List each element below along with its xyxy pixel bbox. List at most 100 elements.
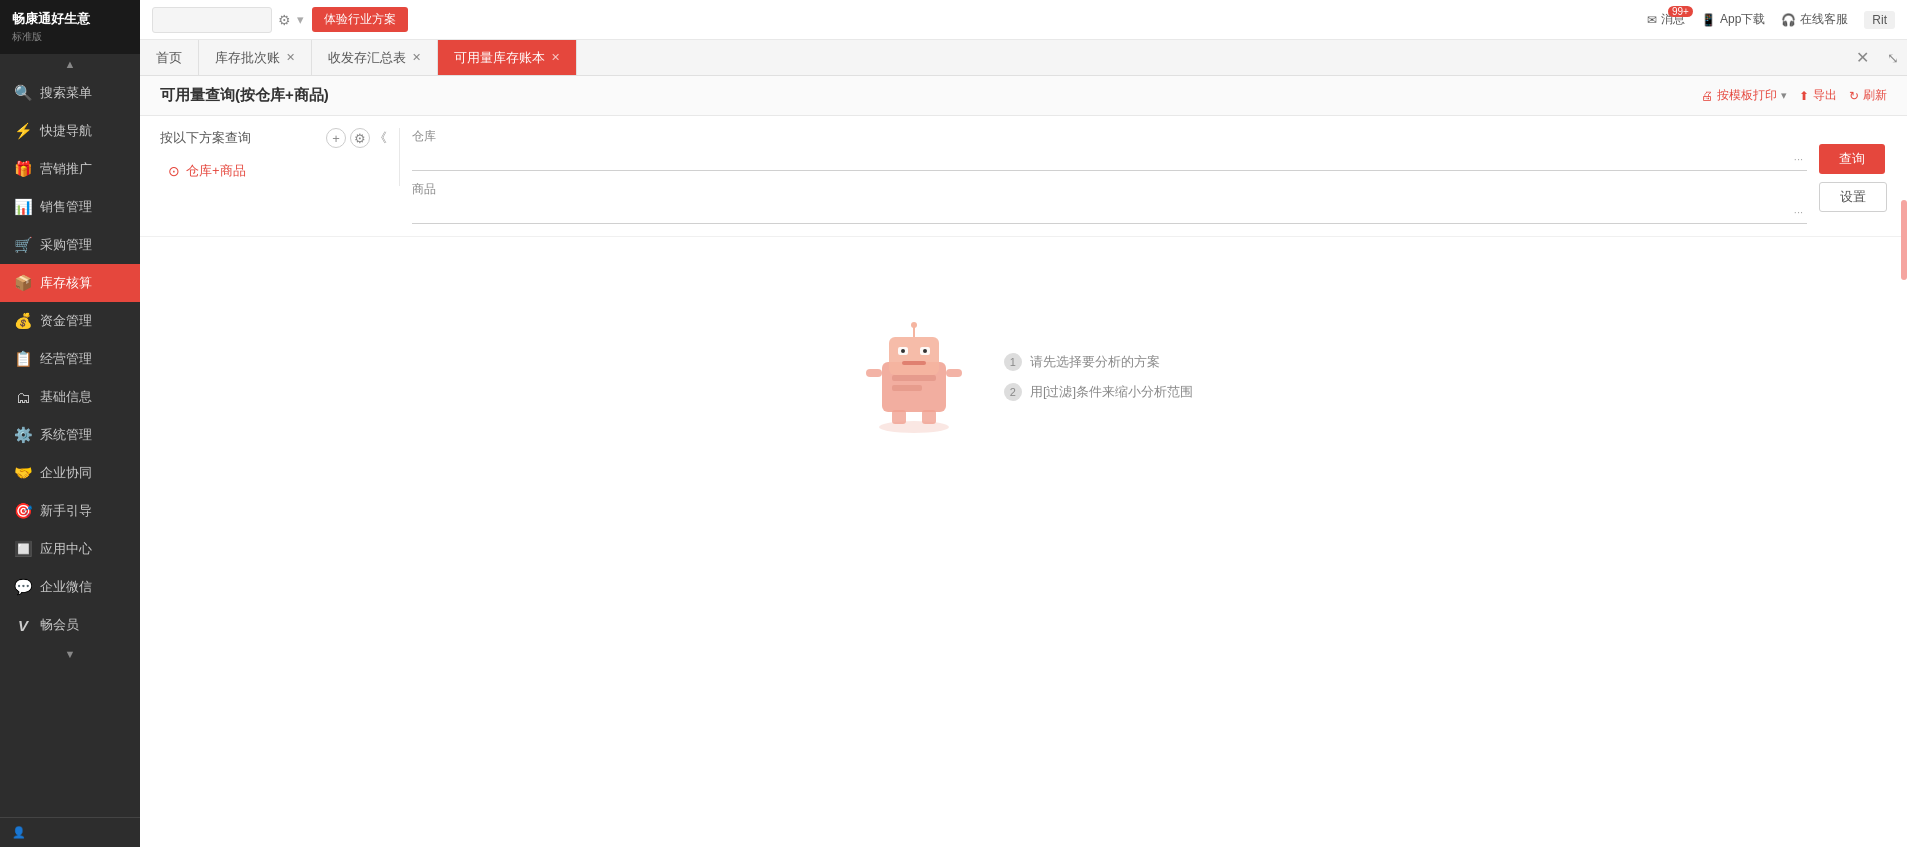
tab-summary-close[interactable]: ✕: [412, 51, 421, 64]
sidebar-item-marketing[interactable]: 🎁 营销推广: [0, 150, 140, 188]
tab-summary[interactable]: 收发存汇总表 ✕: [312, 40, 438, 75]
svg-rect-2: [889, 337, 939, 375]
filter-scheme-header: 按以下方案查询 + ⚙ 《: [160, 128, 387, 148]
print-label: 按模板打印: [1717, 87, 1777, 104]
sidebar-item-label: 应用中心: [40, 540, 92, 558]
sidebar-item-search[interactable]: 🔍 搜索菜单: [0, 74, 140, 112]
product-field-label: 商品: [412, 181, 1807, 198]
sidebar-item-sales[interactable]: 📊 销售管理: [0, 188, 140, 226]
sidebar-item-apps[interactable]: 🔲 应用中心: [0, 530, 140, 568]
svg-rect-8: [892, 375, 936, 381]
product-more-icon[interactable]: ···: [1790, 202, 1807, 222]
topbar-message[interactable]: ✉ 消息 99+: [1647, 11, 1685, 28]
sidebar-item-inventory[interactable]: 📦 库存核算: [0, 264, 140, 302]
tab-home[interactable]: 首页: [140, 40, 199, 75]
scheme-item-icon: ⊙: [168, 163, 180, 179]
filter-area: 按以下方案查询 + ⚙ 《 ⊙ 仓库+商品 仓库: [140, 116, 1907, 237]
filter-fields: 仓库 ··· 商品 ···: [412, 128, 1807, 224]
sidebar-item-member[interactable]: V 畅会员: [0, 606, 140, 644]
warehouse-field-label: 仓库: [412, 128, 1807, 145]
print-template-button[interactable]: 🖨 按模板打印 ▾: [1701, 87, 1787, 104]
sidebar-item-label: 快捷导航: [40, 122, 92, 140]
sidebar-item-label: 营销推广: [40, 160, 92, 178]
tab-summary-label: 收发存汇总表: [328, 49, 406, 67]
filter-scheme-add-button[interactable]: +: [326, 128, 346, 148]
tabs-expand-button[interactable]: ⤡: [1879, 50, 1907, 66]
message-icon: ✉: [1647, 13, 1657, 27]
filter-scheme-collapse-icon[interactable]: 《: [374, 129, 387, 147]
tabs-bar: 首页 库存批次账 ✕ 收发存汇总表 ✕ 可用量库存账本 ✕ ✕ ⤡: [140, 40, 1907, 76]
marketing-icon: 🎁: [14, 160, 32, 178]
step-2-text: 用[过滤]条件来缩小分析范围: [1030, 383, 1193, 401]
tab-batch-close[interactable]: ✕: [286, 51, 295, 64]
right-scrollbar-handle[interactable]: [1901, 200, 1907, 280]
user-avatar-icon: 👤: [12, 826, 26, 839]
topbar-chevron[interactable]: ▾: [297, 12, 304, 27]
sidebar-item-purchase[interactable]: 🛒 采购管理: [0, 226, 140, 264]
sidebar-item-operation[interactable]: 📋 经营管理: [0, 340, 140, 378]
filter-right-actions: 查询 设置: [1819, 128, 1887, 212]
tab-batch[interactable]: 库存批次账 ✕: [199, 40, 312, 75]
sidebar-item-finance[interactable]: 💰 资金管理: [0, 302, 140, 340]
app-brand: 畅康通好生意: [12, 10, 128, 28]
sidebar-item-basic[interactable]: 🗂 基础信息: [0, 378, 140, 416]
filter-settings-button[interactable]: 设置: [1819, 182, 1887, 212]
tab-available[interactable]: 可用量库存账本 ✕: [438, 40, 577, 75]
tab-batch-label: 库存批次账: [215, 49, 280, 67]
sidebar-item-shortcut[interactable]: ⚡ 快捷导航: [0, 112, 140, 150]
sidebar-item-label: 资金管理: [40, 312, 92, 330]
empty-step-2: 2 用[过滤]条件来缩小分析范围: [1004, 383, 1193, 401]
operation-icon: 📋: [14, 350, 32, 368]
filter-scheme-item-warehouse-product[interactable]: ⊙ 仓库+商品: [160, 156, 387, 186]
warehouse-input[interactable]: [412, 147, 1790, 170]
filter-scheme-panel: 按以下方案查询 + ⚙ 《 ⊙ 仓库+商品: [160, 128, 400, 186]
page-header-actions: 🖨 按模板打印 ▾ ⬆ 导出 ↻ 刷新: [1701, 87, 1887, 104]
sidebar-item-enterprise[interactable]: 🤝 企业协同: [0, 454, 140, 492]
tab-available-close[interactable]: ✕: [551, 51, 560, 64]
page-header: 可用量查询(按仓库+商品) 🖨 按模板打印 ▾ ⬆ 导出 ↻ 刷新: [140, 76, 1907, 116]
shortcut-icon: ⚡: [14, 122, 32, 140]
filter-row-warehouse: 仓库 ···: [412, 128, 1807, 171]
sidebar-item-wechat[interactable]: 💬 企业微信: [0, 568, 140, 606]
page-content: 可用量查询(按仓库+商品) 🖨 按模板打印 ▾ ⬆ 导出 ↻ 刷新: [140, 76, 1907, 847]
warehouse-more-icon[interactable]: ···: [1790, 149, 1807, 169]
tab-home-label: 首页: [156, 49, 182, 67]
sidebar-item-system[interactable]: ⚙️ 系统管理: [0, 416, 140, 454]
scheme-item-label: 仓库+商品: [186, 162, 246, 180]
filter-fields-container: 仓库 ··· 商品 ···: [412, 128, 1887, 224]
refresh-button[interactable]: ↻ 刷新: [1849, 87, 1887, 104]
export-button[interactable]: ⬆ 导出: [1799, 87, 1837, 104]
topbar-gear-button[interactable]: ⚙: [278, 12, 291, 28]
sidebar-scroll-up[interactable]: ▲: [0, 54, 140, 74]
topbar-right: ✉ 消息 99+ 📱 App下载 🎧 在线客服 Rit: [1647, 11, 1895, 29]
empty-illustration: [854, 317, 974, 437]
tabs-close-all-button[interactable]: ✕: [1846, 48, 1879, 67]
filter-scheme-settings-button[interactable]: ⚙: [350, 128, 370, 148]
filter-scheme-title: 按以下方案查询: [160, 129, 251, 147]
filter-row-product: 商品 ···: [412, 181, 1807, 224]
sidebar-scroll-down[interactable]: ▼: [0, 644, 140, 664]
sidebar-user-bottom[interactable]: 👤: [0, 817, 140, 847]
topbar-user[interactable]: Rit: [1864, 11, 1895, 29]
app-download-icon: 📱: [1701, 13, 1716, 27]
topbar-search-input[interactable]: [152, 7, 272, 33]
sidebar-item-label: 采购管理: [40, 236, 92, 254]
sidebar-header: 畅康通好生意 标准版: [0, 0, 140, 54]
svg-rect-5: [901, 349, 905, 353]
svg-rect-9: [892, 385, 922, 391]
svg-point-15: [911, 322, 917, 328]
topbar-online-service[interactable]: 🎧 在线客服: [1781, 11, 1848, 28]
query-button[interactable]: 查询: [1819, 144, 1885, 174]
topbar-trial-button[interactable]: 体验行业方案: [312, 7, 408, 32]
topbar: ⚙ ▾ 体验行业方案 ✉ 消息 99+ 📱 App下载 🎧 在线客服 Rit: [140, 0, 1907, 40]
sidebar-item-label: 库存核算: [40, 274, 92, 292]
sidebar-item-label: 企业协同: [40, 464, 92, 482]
print-dropdown-icon[interactable]: ▾: [1781, 89, 1787, 102]
step-1-text: 请先选择要分析的方案: [1030, 353, 1160, 371]
newbie-icon: 🎯: [14, 502, 32, 520]
product-input[interactable]: [412, 200, 1790, 223]
filter-field-warehouse: 仓库 ···: [412, 128, 1807, 171]
tab-available-label: 可用量库存账本: [454, 49, 545, 67]
sidebar-item-newbie[interactable]: 🎯 新手引导: [0, 492, 140, 530]
topbar-app-download[interactable]: 📱 App下载: [1701, 11, 1765, 28]
